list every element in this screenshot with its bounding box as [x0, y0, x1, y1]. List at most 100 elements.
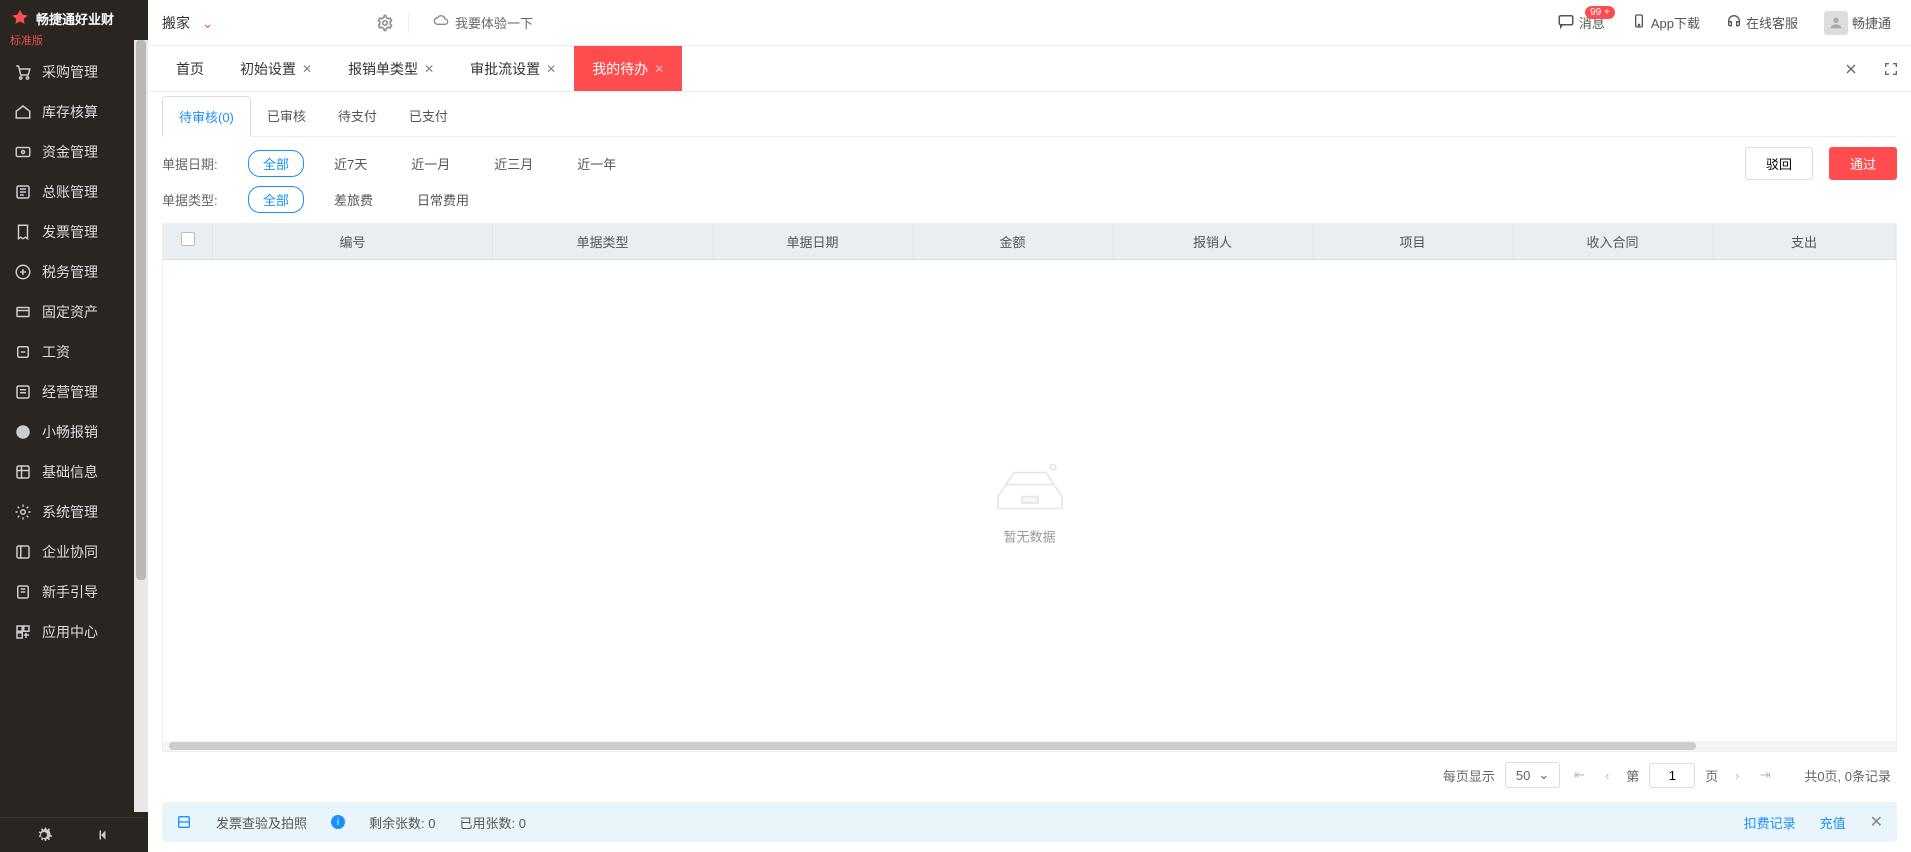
- user-menu[interactable]: 畅捷通: [1818, 11, 1897, 35]
- horizontal-scroll-thumb[interactable]: [169, 742, 1696, 750]
- sidebar-item-system[interactable]: 系统管理: [0, 492, 148, 532]
- close-icon[interactable]: ✕: [302, 62, 312, 76]
- try-text: 我要体验一下: [455, 13, 533, 32]
- money-icon: [14, 143, 32, 161]
- column-header-number[interactable]: 编号: [213, 224, 493, 259]
- horizontal-scrollbar[interactable]: [163, 741, 1896, 751]
- subtab-pending-pay[interactable]: 待支付: [322, 96, 393, 136]
- tab-label: 审批流设置: [470, 59, 540, 79]
- support-button[interactable]: 在线客服: [1720, 13, 1804, 32]
- sidebar-brand: 畅捷通好业财: [0, 0, 148, 32]
- close-icon[interactable]: ✕: [424, 62, 434, 76]
- next-page-button[interactable]: ›: [1728, 768, 1746, 783]
- column-header-amount[interactable]: 金额: [913, 224, 1113, 259]
- tab-home[interactable]: 首页: [158, 46, 222, 91]
- date-pill-1m[interactable]: 近一月: [397, 151, 464, 176]
- tab-approval-flow[interactable]: 审批流设置 ✕: [452, 46, 574, 91]
- remain-block: 剩余张数: 0: [369, 813, 435, 832]
- settings-gear-button[interactable]: [14, 826, 74, 844]
- chevron-down-icon: ⌄: [202, 15, 214, 31]
- sidebar-item-base[interactable]: 基础信息: [0, 452, 148, 492]
- column-header-income-contract[interactable]: 收入合同: [1513, 224, 1713, 259]
- message-badge: 99 +: [1585, 6, 1615, 19]
- sidebar-item-fund[interactable]: 资金管理: [0, 132, 148, 172]
- per-page-label: 每页显示: [1443, 766, 1495, 785]
- salary-icon: [14, 343, 32, 361]
- sidebar-footer: [0, 817, 148, 852]
- column-header-type[interactable]: 单据类型: [493, 224, 713, 259]
- close-all-tabs-button[interactable]: [1831, 46, 1871, 91]
- sidebar-item-asset[interactable]: 固定资产: [0, 292, 148, 332]
- tab-my-todo[interactable]: 我的待办✕: [574, 46, 682, 91]
- filter-date-row: 单据日期: 全部 近7天 近一月 近三月 近一年 驳回 通过: [162, 147, 1897, 180]
- select-all-cell: [163, 224, 213, 259]
- close-icon[interactable]: ✕: [1870, 812, 1883, 832]
- select-all-checkbox[interactable]: [181, 232, 195, 246]
- sidebar-item-invoice[interactable]: 发票管理: [0, 212, 148, 252]
- sidebar-item-collab[interactable]: 企业协同: [0, 532, 148, 572]
- fullscreen-button[interactable]: [1871, 46, 1911, 91]
- sidebar-menu: 采购管理 库存核算 资金管理 总账管理 发票管理 税务管理 固定资产 工资 经营…: [0, 52, 148, 817]
- tab-init-settings[interactable]: 初始设置✕: [222, 46, 330, 91]
- date-pill-3m[interactable]: 近三月: [480, 151, 547, 176]
- subtab-reviewed[interactable]: 已审核: [251, 96, 322, 136]
- recharge-link[interactable]: 充值: [1820, 813, 1846, 832]
- info-icon[interactable]: i: [331, 815, 345, 829]
- sidebar-item-purchase[interactable]: 采购管理: [0, 52, 148, 92]
- sidebar-item-label: 企业协同: [42, 542, 98, 562]
- close-icon[interactable]: ✕: [654, 62, 664, 76]
- close-icon[interactable]: ✕: [546, 62, 556, 76]
- collapse-sidebar-button[interactable]: [74, 826, 134, 844]
- date-pill-all[interactable]: 全部: [248, 150, 304, 177]
- prev-page-button[interactable]: ‹: [1598, 768, 1616, 783]
- table-header-row: 编号 单据类型 单据日期 金额 报销人 项目 收入合同 支出: [163, 224, 1896, 260]
- sidebar-scrollbar[interactable]: [134, 40, 148, 812]
- sidebar-item-guide[interactable]: 新手引导: [0, 572, 148, 612]
- sidebar: 畅捷通好业财 标准版 采购管理 库存核算 资金管理 总账管理 发票管理 税务管理…: [0, 0, 148, 852]
- table-body: 暂无数据: [163, 260, 1896, 741]
- per-page-select[interactable]: 50 ⌄: [1505, 762, 1560, 788]
- type-pill-all[interactable]: 全部: [248, 186, 304, 213]
- type-pill-travel[interactable]: 差旅费: [320, 187, 387, 212]
- org-selector[interactable]: 搬家 ⌄: [162, 13, 362, 33]
- used-block: 已用张数: 0: [460, 813, 526, 832]
- sidebar-item-inventory[interactable]: 库存核算: [0, 92, 148, 132]
- logo-icon: [10, 8, 30, 28]
- download-label: App下载: [1651, 13, 1700, 32]
- message-button[interactable]: 消息 99 +: [1551, 12, 1611, 33]
- download-button[interactable]: App下载: [1625, 13, 1706, 32]
- subtab-paid[interactable]: 已支付: [393, 96, 464, 136]
- sidebar-item-appcenter[interactable]: 应用中心: [0, 612, 148, 652]
- sidebar-item-tax[interactable]: 税务管理: [0, 252, 148, 292]
- sidebar-item-salary[interactable]: 工资: [0, 332, 148, 372]
- org-name-text: 搬家: [162, 15, 190, 31]
- deduct-records-link[interactable]: 扣费记录: [1744, 813, 1796, 832]
- column-header-person[interactable]: 报销人: [1113, 224, 1313, 259]
- sidebar-item-expense[interactable]: 小畅报销: [0, 412, 148, 452]
- column-header-date[interactable]: 单据日期: [713, 224, 913, 259]
- approve-button[interactable]: 通过: [1829, 147, 1897, 180]
- pagination-summary: 共0页, 0条记录: [1804, 766, 1891, 785]
- first-page-button[interactable]: ⇤: [1570, 767, 1588, 783]
- tab-expense-type[interactable]: 报销单类型✕: [330, 46, 452, 91]
- type-pill-daily[interactable]: 日常费用: [403, 187, 483, 212]
- main-area: 搬家 ⌄ 我要体验一下 消息 99 + App下载 在线客服: [148, 0, 1911, 852]
- reject-button[interactable]: 驳回: [1745, 147, 1813, 180]
- sidebar-item-label: 应用中心: [42, 622, 98, 642]
- invoice-icon: [14, 223, 32, 241]
- last-page-button[interactable]: ⇥: [1756, 767, 1774, 783]
- sidebar-scroll-thumb[interactable]: [136, 40, 146, 580]
- gear-icon[interactable]: [376, 14, 394, 32]
- date-pill-7d[interactable]: 近7天: [320, 151, 381, 176]
- sidebar-item-ledger[interactable]: 总账管理: [0, 172, 148, 212]
- column-header-expense[interactable]: 支出: [1713, 224, 1896, 259]
- page-number-input[interactable]: [1649, 763, 1695, 788]
- sidebar-item-biz[interactable]: 经营管理: [0, 372, 148, 412]
- pagination-bar: 每页显示 50 ⌄ ⇤ ‹ 第 页 › ⇥ 共0页, 0条记录: [162, 752, 1897, 798]
- column-header-project[interactable]: 项目: [1313, 224, 1513, 259]
- date-pill-1y[interactable]: 近一年: [563, 151, 630, 176]
- filter-date-label: 单据日期:: [162, 154, 232, 173]
- try-experience-link[interactable]: 我要体验一下: [433, 13, 533, 32]
- avatar-icon: [1824, 11, 1848, 35]
- subtab-pending-review[interactable]: 待审核(0): [162, 96, 251, 137]
